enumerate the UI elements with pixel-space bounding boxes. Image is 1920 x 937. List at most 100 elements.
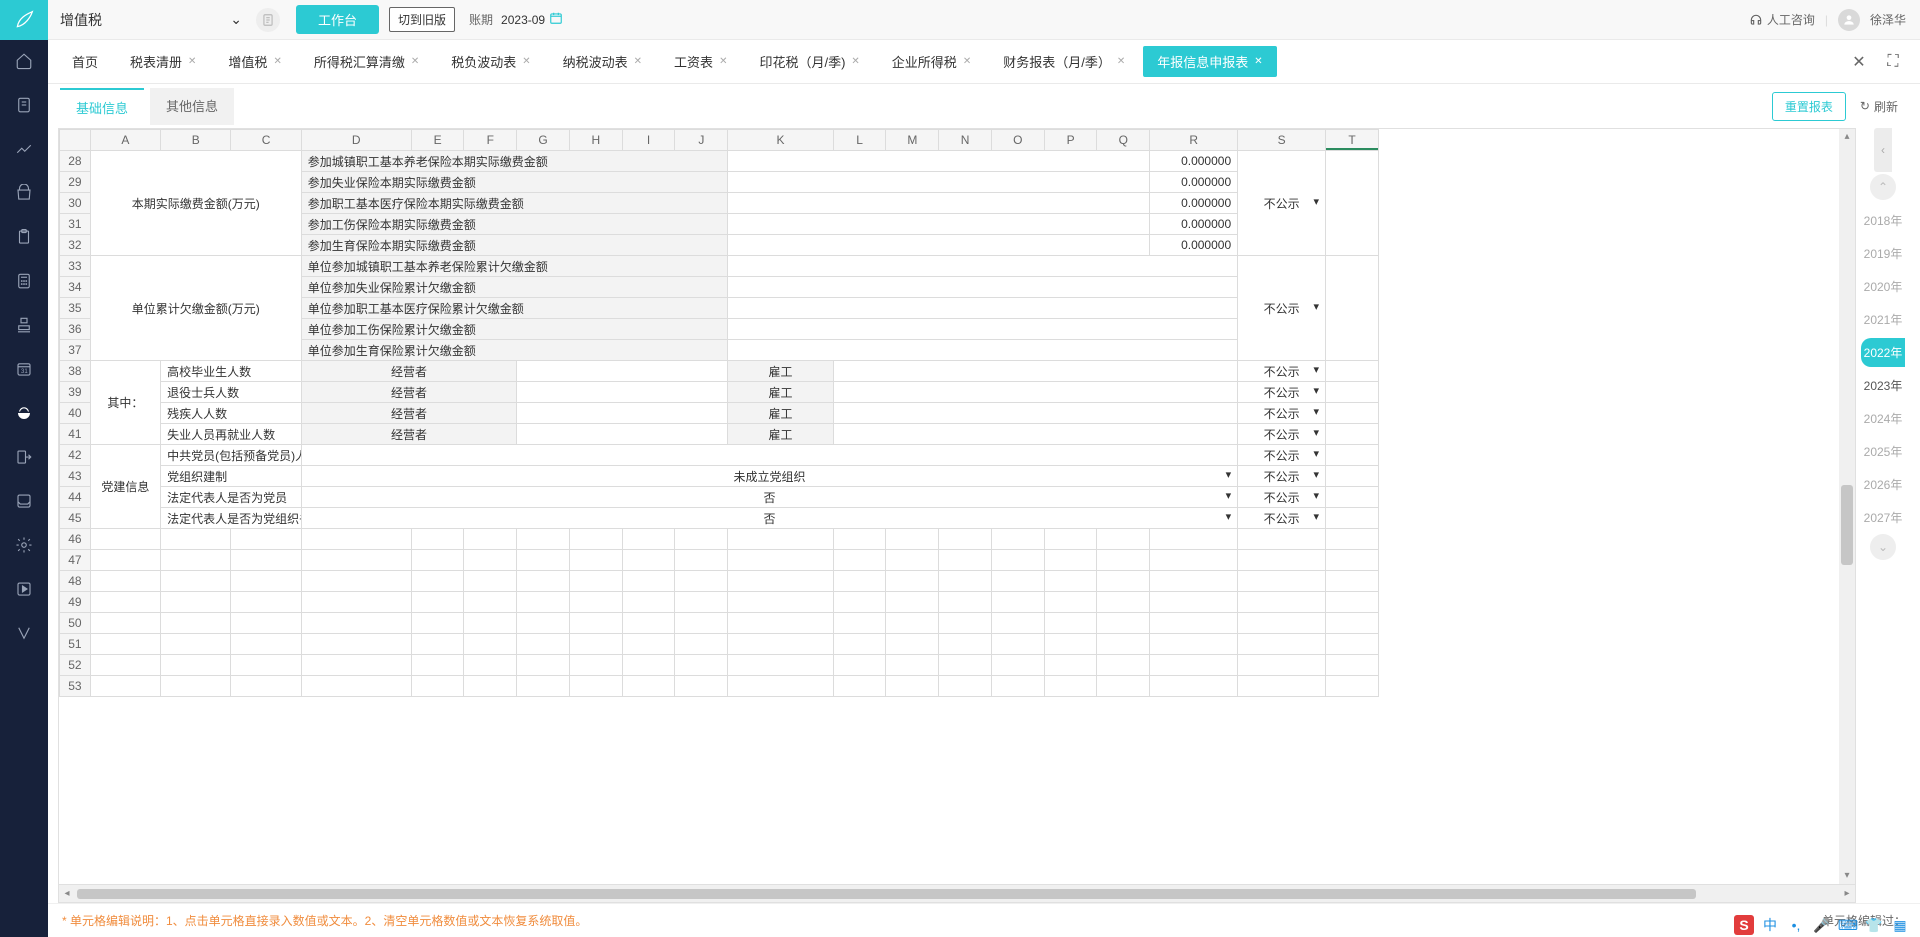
col-header[interactable]: O	[991, 130, 1044, 151]
cell[interactable]	[464, 634, 517, 655]
cell[interactable]	[728, 256, 1238, 277]
cell[interactable]	[675, 529, 728, 550]
row-number[interactable]: 53	[60, 676, 91, 697]
cell[interactable]	[886, 571, 939, 592]
cell[interactable]	[1326, 361, 1379, 382]
horizontal-scrollbar[interactable]: ◂ ▸	[59, 884, 1855, 902]
cell[interactable]	[675, 634, 728, 655]
row-number[interactable]: 32	[60, 235, 91, 256]
side-bag[interactable]	[9, 178, 39, 208]
cell[interactable]	[622, 613, 675, 634]
group-label[interactable]: 其中：	[90, 361, 160, 445]
cell[interactable]	[939, 529, 992, 550]
cell[interactable]	[231, 655, 301, 676]
row-number[interactable]: 31	[60, 214, 91, 235]
cell[interactable]	[728, 634, 834, 655]
cell[interactable]	[1044, 529, 1097, 550]
cell[interactable]	[161, 634, 231, 655]
cell[interactable]	[991, 655, 1044, 676]
cell[interactable]	[1326, 424, 1379, 445]
cell[interactable]	[1326, 508, 1379, 529]
cell[interactable]	[886, 655, 939, 676]
row-number[interactable]: 34	[60, 277, 91, 298]
cell[interactable]	[833, 382, 1237, 403]
col-header[interactable]: K	[728, 130, 834, 151]
side-report[interactable]	[9, 90, 39, 120]
cell[interactable]	[1326, 613, 1379, 634]
cell[interactable]	[517, 634, 570, 655]
group-label[interactable]: 本期实际缴费金额(万元)	[90, 151, 301, 256]
cell[interactable]	[939, 571, 992, 592]
cell[interactable]	[90, 655, 160, 676]
doc-icon[interactable]	[256, 8, 280, 32]
cell[interactable]	[301, 634, 411, 655]
disclose-select[interactable]: 不公示	[1238, 508, 1326, 529]
disclose-select[interactable]: 不公示	[1238, 361, 1326, 382]
cell[interactable]	[1238, 550, 1326, 571]
side-home[interactable]	[9, 46, 39, 76]
close-icon[interactable]: ✕	[851, 56, 859, 67]
rail-up[interactable]: ⌃	[1870, 174, 1896, 200]
cell[interactable]	[675, 613, 728, 634]
row-label[interactable]: 参加职工基本医疗保险本期实际缴费金额	[301, 193, 727, 214]
row-label[interactable]: 法定代表人是否为党员	[161, 487, 302, 508]
cell[interactable]	[1150, 550, 1238, 571]
sub-col[interactable]: 雇工	[728, 382, 834, 403]
cell[interactable]	[161, 676, 231, 697]
cell[interactable]	[1097, 529, 1150, 550]
row-label[interactable]: 残疾人人数	[161, 403, 302, 424]
cell[interactable]	[464, 550, 517, 571]
row-label[interactable]: 失业人员再就业人数	[161, 424, 302, 445]
cell[interactable]	[1326, 445, 1379, 466]
cell[interactable]	[411, 655, 464, 676]
cell[interactable]	[622, 550, 675, 571]
cell[interactable]	[939, 613, 992, 634]
cell[interactable]	[1326, 382, 1379, 403]
cell[interactable]	[991, 613, 1044, 634]
row-label[interactable]: 参加失业保险本期实际缴费金额	[301, 172, 727, 193]
cell[interactable]	[301, 529, 411, 550]
side-exit[interactable]	[9, 442, 39, 472]
cell[interactable]	[886, 592, 939, 613]
col-header[interactable]: G	[517, 130, 570, 151]
row-label[interactable]: 单位参加职工基本医疗保险累计欠缴金额	[301, 298, 727, 319]
cell[interactable]	[728, 298, 1238, 319]
cell[interactable]	[1044, 655, 1097, 676]
switch-old-button[interactable]: 切到旧版	[389, 7, 455, 32]
col-header[interactable]: H	[569, 130, 622, 151]
cell[interactable]	[231, 550, 301, 571]
subtab-other[interactable]: 其他信息	[150, 88, 234, 125]
year-item[interactable]: 2025年	[1861, 437, 1905, 466]
cell[interactable]	[1150, 529, 1238, 550]
group-label[interactable]: 党建信息	[90, 445, 160, 529]
cell[interactable]	[939, 634, 992, 655]
cell[interactable]	[569, 613, 622, 634]
disclose-select[interactable]: 不公示	[1238, 382, 1326, 403]
cell[interactable]	[675, 676, 728, 697]
year-item[interactable]: 2020年	[1861, 272, 1905, 301]
cell[interactable]	[161, 529, 231, 550]
cell[interactable]	[1238, 655, 1326, 676]
tab-item[interactable]: 所得税汇算清缴✕	[300, 46, 433, 77]
sub-col[interactable]: 经营者	[301, 424, 516, 445]
cell[interactable]	[833, 613, 886, 634]
row-label[interactable]: 单位参加失业保险累计欠缴金额	[301, 277, 727, 298]
row-number[interactable]: 30	[60, 193, 91, 214]
cell[interactable]	[1326, 403, 1379, 424]
cell[interactable]	[517, 550, 570, 571]
value-cell[interactable]	[301, 445, 1237, 466]
cell[interactable]	[1150, 571, 1238, 592]
year-item[interactable]: 2023年	[1861, 371, 1905, 400]
sogou-icon[interactable]: S	[1734, 915, 1754, 935]
value-cell[interactable]: 否	[301, 508, 1237, 529]
consult-link[interactable]: 人工咨询	[1749, 11, 1815, 28]
row-number[interactable]: 36	[60, 319, 91, 340]
side-stamp[interactable]	[9, 310, 39, 340]
cell[interactable]	[1097, 634, 1150, 655]
cell[interactable]	[622, 634, 675, 655]
cell[interactable]	[411, 571, 464, 592]
value-cell[interactable]: 0.000000	[1150, 235, 1238, 256]
row-label[interactable]: 单位参加生育保险累计欠缴金额	[301, 340, 727, 361]
cell[interactable]	[1326, 550, 1379, 571]
col-header[interactable]: Q	[1097, 130, 1150, 151]
